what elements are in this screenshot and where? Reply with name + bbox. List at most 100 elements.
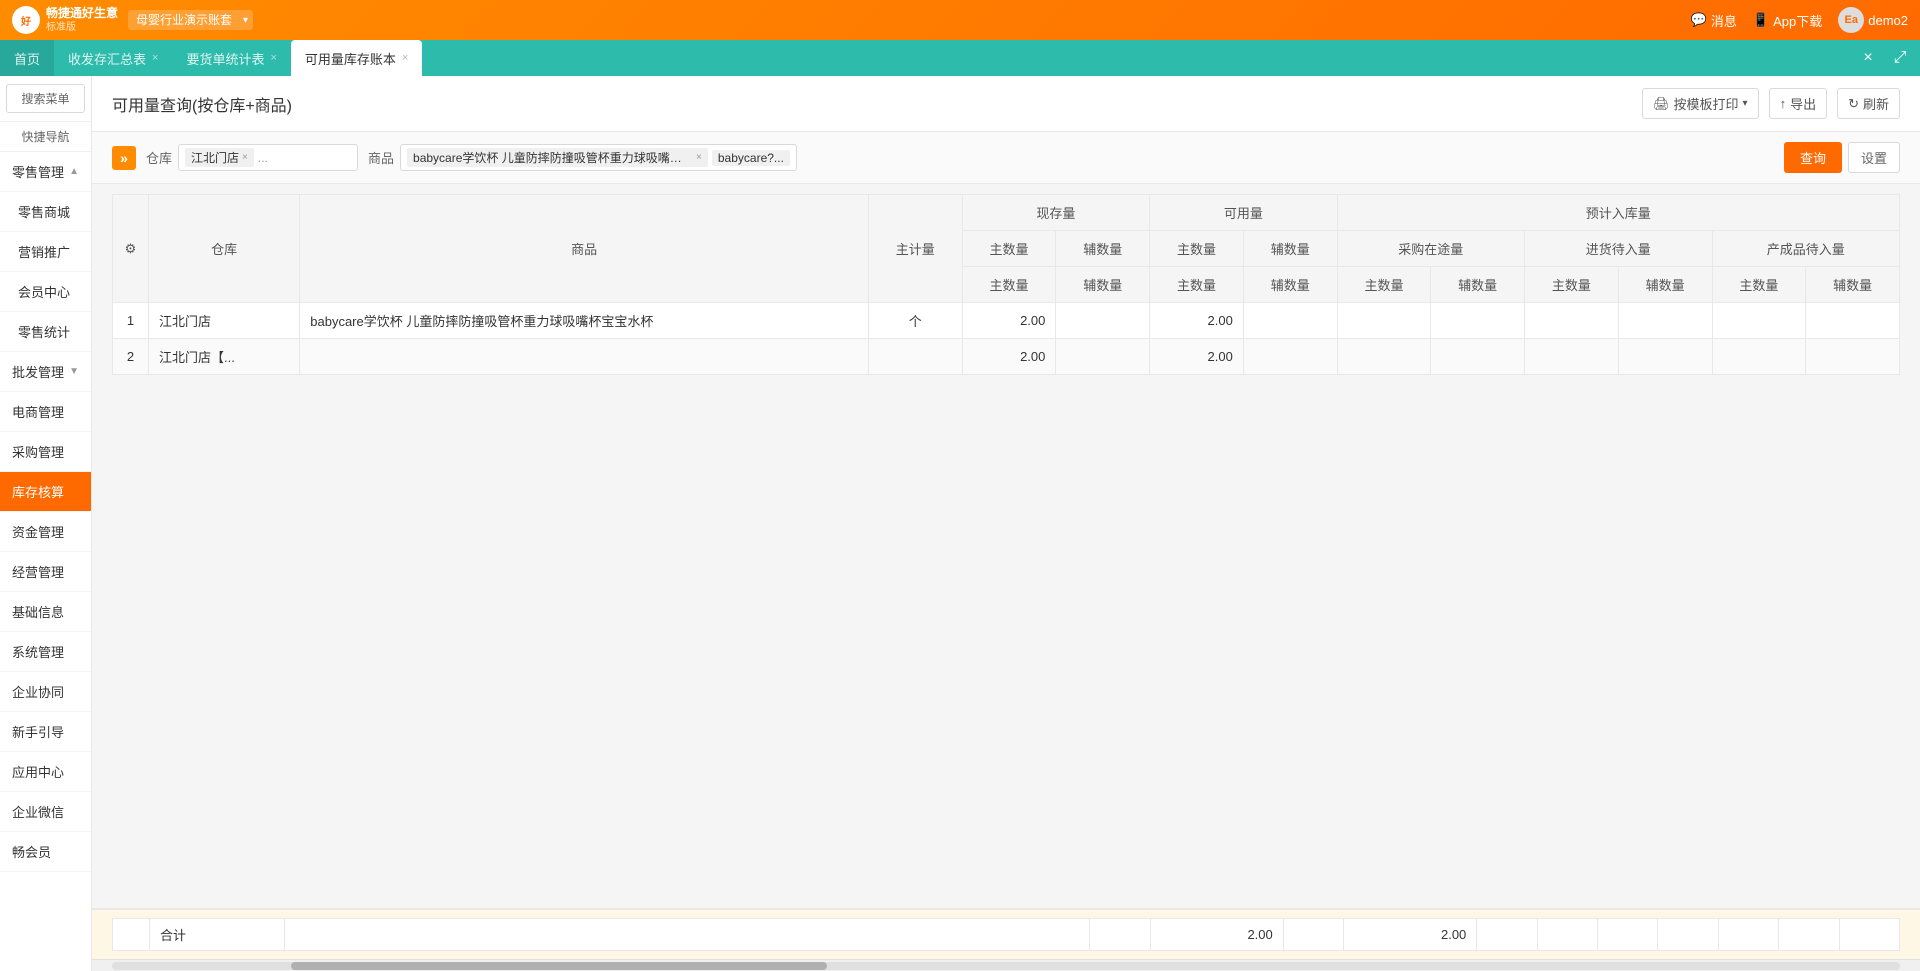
col-available: 可用量 [1150,195,1337,231]
warehouse-tag-1: 江北门店 × [185,148,254,167]
header-right: 💬 消息 📱 App下载 Ea demo2 [1691,7,1908,33]
tab-order-stat-close[interactable]: × [270,52,276,64]
logo-icon: 好 [12,6,40,34]
sidebar-item-wholesale-mgmt[interactable]: 批发管理 ▼ [0,352,91,392]
sidebar-item-ecommerce[interactable]: 电商管理 [0,392,91,432]
cell-seq-1: 1 [113,303,149,339]
warehouse-filter-tags[interactable]: 江北门店 × ... [178,144,358,171]
cell-pur-aux-1 [1431,303,1525,339]
cell-warehouse-1: 江北门店 [149,303,300,339]
warehouse-more[interactable]: ... [258,151,268,165]
avatar: Ea [1838,7,1864,33]
col-goods-aux: 辅数量 [1618,267,1712,303]
cell-avail-main-2: 2.00 [1150,339,1244,375]
col-available-main-qty: 主数量 [1150,231,1244,267]
cell-goods-main-1 [1525,303,1619,339]
scroll-track[interactable] [112,962,1900,970]
refresh-btn[interactable]: ↻ 刷新 [1837,88,1900,119]
product-tag-1: babycare学饮杯 儿童防摔防撞吸管杯重力球吸嘴杯宝宝水杯 × [407,148,708,167]
industry-selector[interactable]: 母婴行业演示账套 [128,10,253,30]
col-current-stock: 现存量 [962,195,1149,231]
tab-summary[interactable]: 收发存汇总表 × [54,40,172,76]
product-tag-1-close[interactable]: × [696,152,702,163]
product-filter-group: 商品 babycare学饮杯 儿童防摔防撞吸管杯重力球吸嘴杯宝宝水杯 × bab… [368,144,797,171]
main-table: ⚙ 仓库 商品 主计量 现存量 可用量 预计入库量 主数量 辅数量 主数量 辅数… [112,194,1900,375]
product-filter-tags[interactable]: babycare学饮杯 儿童防摔防撞吸管杯重力球吸嘴杯宝宝水杯 × babyca… [400,144,797,171]
download-icon: 📱 [1753,12,1769,28]
search-menu-btn[interactable]: 搜索菜单 [6,84,85,113]
cell-unit-1: 个 [868,303,962,339]
sidebar-item-wechat-work[interactable]: 企业微信 [0,792,91,832]
scroll-bar[interactable] [92,959,1920,971]
tab-available-stock[interactable]: 可用量库存账本 × [291,40,422,76]
footer-cur-aux [1283,919,1343,951]
table-area: ⚙ 仓库 商品 主计量 现存量 可用量 预计入库量 主数量 辅数量 主数量 辅数… [92,184,1920,908]
tab-order-stat[interactable]: 要货单统计表 × [172,40,290,76]
filter-expand-btn[interactable]: » [112,146,136,170]
tab-available-stock-close[interactable]: × [402,52,408,64]
sidebar-item-chang-member[interactable]: 畅会员 [0,832,91,872]
col-warehouse: 仓库 [149,195,300,303]
sidebar-item-system-mgmt[interactable]: 系统管理 [0,632,91,672]
sidebar-item-basic-info[interactable]: 基础信息 [0,592,91,632]
col-product-pending: 产成品待入量 [1712,231,1899,267]
query-btn[interactable]: 查询 [1784,142,1842,173]
col-product-aux: 辅数量 [1806,267,1900,303]
sidebar-search-area: 搜索菜单 [0,76,91,122]
col-settings[interactable]: ⚙ [113,195,149,303]
sidebar-item-operations[interactable]: 经营管理 [0,552,91,592]
warehouse-label: 仓库 [146,148,172,167]
scroll-thumb[interactable] [291,962,827,970]
footer-avail-main: 2.00 [1344,919,1477,951]
sidebar-item-retail-stats[interactable]: 零售统计 [0,312,91,352]
cell-goods-aux-1 [1618,303,1712,339]
col-purchase-aux: 辅数量 [1431,267,1525,303]
warehouse-tag-close[interactable]: × [242,152,248,163]
window-controls: × ⤢ [1856,46,1920,70]
top-header: 好 畅捷通好生意 标准版 母婴行业演示账套 💬 消息 📱 App下载 Ea de… [0,0,1920,40]
cell-pur-main-2 [1337,339,1431,375]
col-main-unit: 主计量 [868,195,962,303]
expand-window-btn[interactable]: ⤢ [1888,46,1912,70]
sidebar-item-finance[interactable]: 资金管理 [0,512,91,552]
sidebar-item-retail-mall[interactable]: 零售商城 [0,192,91,232]
cell-goods-aux-2 [1618,339,1712,375]
table-row: 2 江北门店【... 2.00 2.00 [113,339,1900,375]
message-icon: 💬 [1691,12,1707,28]
print-icon: 🖨 [1653,96,1670,112]
sidebar-item-purchase-mgmt[interactable]: 采购管理 [0,432,91,472]
chevron-up-icon: ▲ [69,166,79,177]
sidebar-item-guide[interactable]: 新手引导 [0,712,91,752]
page-title: 可用量查询(按仓库+商品) [112,92,292,116]
sidebar-item-enterprise[interactable]: 企业协同 [0,672,91,712]
table-row: 1 江北门店 babycare学饮杯 儿童防摔防撞吸管杯重力球吸嘴杯宝宝水杯 个… [113,303,1900,339]
quick-nav-btn[interactable]: 快捷导航 [0,122,91,152]
user-menu-btn[interactable]: Ea demo2 [1838,7,1908,33]
tab-home[interactable]: 首页 [0,40,54,76]
page-actions: 🖨 按模板打印 ▾ ↑ 导出 ↻ 刷新 [1642,88,1900,119]
message-btn[interactable]: 💬 消息 [1691,11,1737,30]
app-download-btn[interactable]: 📱 App下载 [1753,11,1822,30]
template-print-btn[interactable]: 🖨 按模板打印 ▾ [1642,88,1759,119]
sidebar-item-app-center[interactable]: 应用中心 [0,752,91,792]
tab-summary-close[interactable]: × [152,52,158,64]
col-planned-in: 预计入库量 [1337,195,1899,231]
export-btn[interactable]: ↑ 导出 [1769,88,1828,119]
sidebar-item-inventory[interactable]: 库存核算 [0,472,91,512]
col-available-aux-qty: 辅数量 [1243,231,1337,267]
cell-prod-main-2 [1712,339,1806,375]
col-goods-main: 主数量 [1525,267,1619,303]
sidebar-item-retail-mgmt[interactable]: 零售管理 ▲ [0,152,91,192]
settings-btn[interactable]: 设置 [1848,142,1900,173]
close-window-btn[interactable]: × [1856,46,1880,70]
sidebar-item-marketing[interactable]: 营销推广 [0,232,91,272]
industry-selector-wrap[interactable]: 母婴行业演示账套 [128,10,253,30]
cell-warehouse-2: 江北门店【... [149,339,300,375]
col-current-aux-qty: 辅数量 [1056,231,1150,267]
warehouse-filter-group: 仓库 江北门店 × ... [146,144,358,171]
cell-goods-main-2 [1525,339,1619,375]
sidebar-item-member-center[interactable]: 会员中心 [0,272,91,312]
filter-bar: » 仓库 江北门店 × ... 商品 babycare学饮杯 儿童防摔防撞吸管杯… [92,132,1920,184]
cell-cur-aux-2 [1056,339,1150,375]
nav-tabs: 首页 收发存汇总表 × 要货单统计表 × 可用量库存账本 × × ⤢ [0,40,1920,76]
